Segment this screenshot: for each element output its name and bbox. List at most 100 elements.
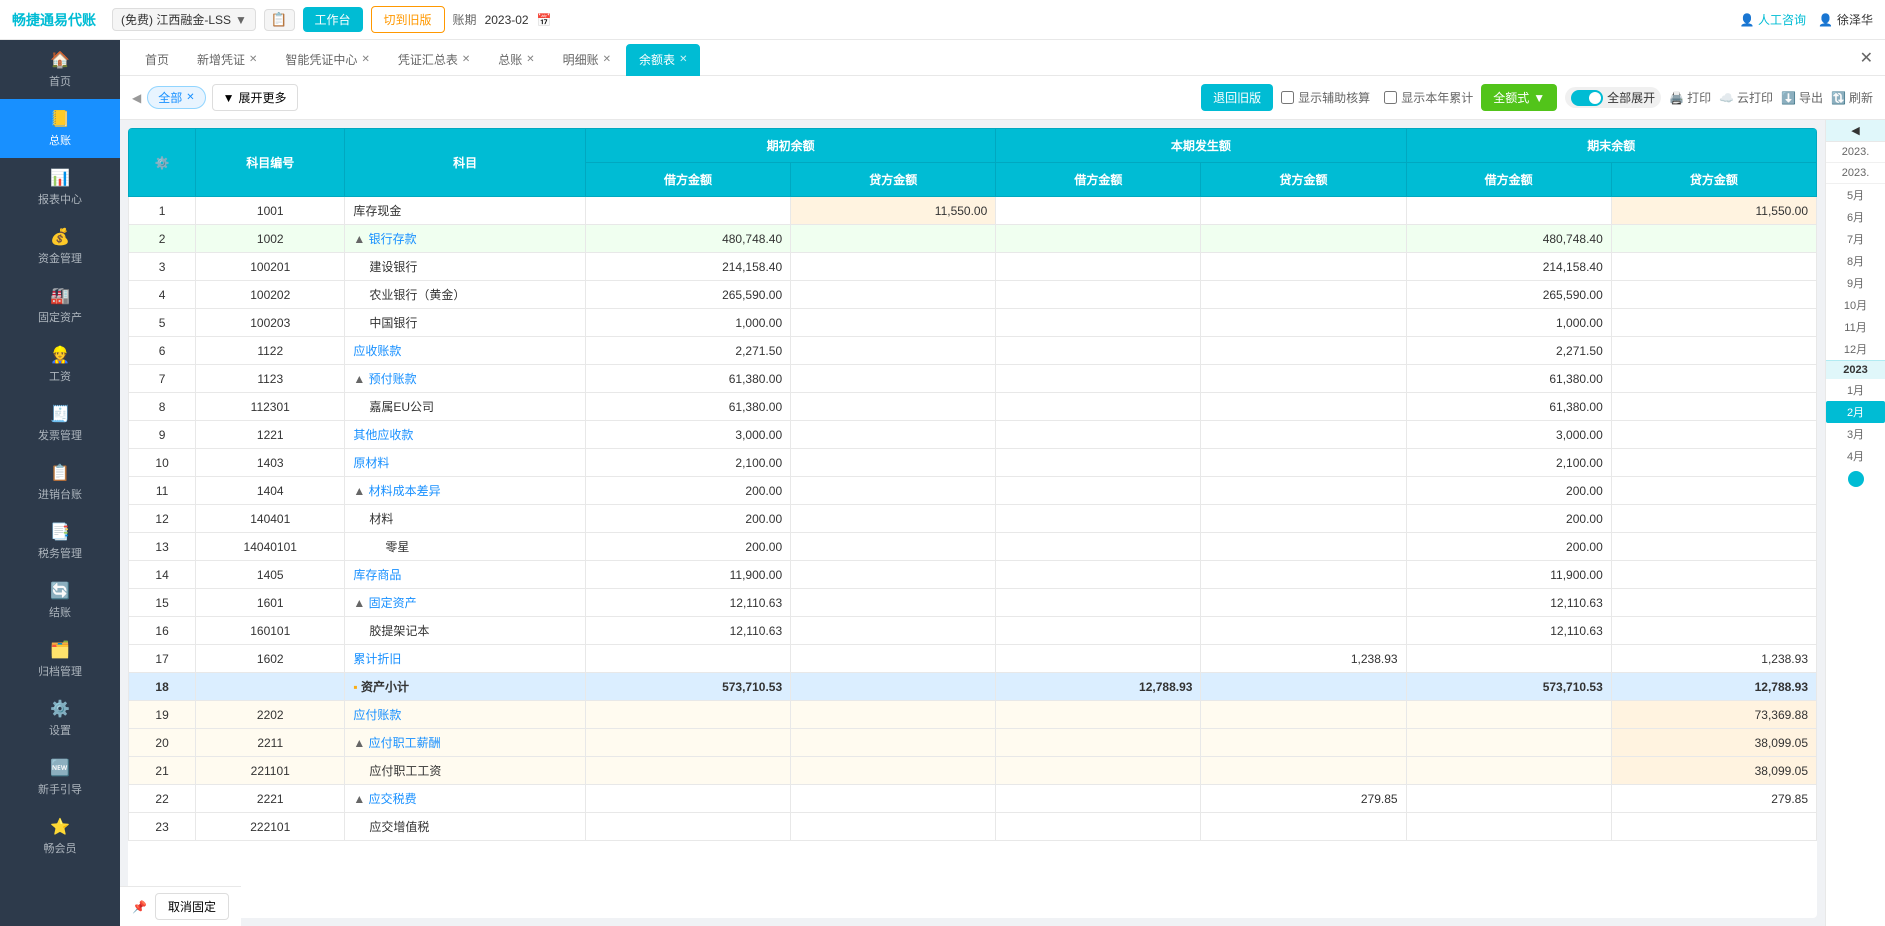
tab-new-voucher[interactable]: 新增凭证 ✕	[184, 44, 270, 76]
tab-smart-verify[interactable]: 智能凭证中心 ✕	[272, 44, 382, 76]
copy-button[interactable]: 📋	[264, 9, 295, 31]
sidebar-item-salary[interactable]: 👷 工资	[0, 335, 120, 394]
month-12[interactable]: 12月	[1826, 338, 1885, 360]
row-name-link[interactable]: 材料成本差异	[369, 484, 441, 498]
settings-header[interactable]: ⚙️	[129, 129, 196, 197]
month-7[interactable]: 7月	[1826, 228, 1885, 250]
row-name[interactable]: 库存商品	[345, 561, 586, 589]
ytd-checkbox-input[interactable]	[1384, 91, 1397, 104]
tab-close-all[interactable]: ✕	[1860, 48, 1873, 68]
company-select[interactable]: (免费) 江西融金-LSS ▼	[112, 8, 256, 31]
row-name-link[interactable]: 预付账款	[369, 372, 417, 386]
aux-checkbox-input[interactable]	[1281, 91, 1294, 104]
month-8[interactable]: 8月	[1826, 250, 1885, 272]
sidebar-item-guide[interactable]: 🆕 新手引导	[0, 748, 120, 807]
sidebar-item-member[interactable]: ⭐ 畅会员	[0, 807, 120, 866]
sidebar-item-reports[interactable]: 📊 报表中心	[0, 158, 120, 217]
month-3[interactable]: 3月	[1826, 423, 1885, 445]
row-name-link[interactable]: 库存商品	[353, 568, 401, 582]
tab-voucher-summary[interactable]: 凭证汇总表 ✕	[385, 44, 483, 76]
sidebar-item-settle[interactable]: 🔄 结账	[0, 571, 120, 630]
tab-general-ledger[interactable]: 总账 ✕	[485, 44, 547, 76]
switch-version-button[interactable]: 切到旧版	[371, 6, 445, 33]
workbench-button[interactable]: 工作台	[303, 7, 363, 32]
tab-close-icon[interactable]: ✕	[679, 54, 687, 65]
month-11[interactable]: 11月	[1826, 316, 1885, 338]
sidebar-item-sales[interactable]: 📋 进销台账	[0, 453, 120, 512]
expand-all-toggle[interactable]	[1571, 90, 1603, 106]
expand-icon[interactable]: ▲	[353, 596, 365, 610]
cancel-fixed-button[interactable]: 取消固定	[155, 893, 229, 920]
print-button[interactable]: 🖨️ 打印	[1669, 89, 1711, 106]
year-label-1[interactable]: 2023.	[1826, 142, 1885, 163]
show-ytd-checkbox[interactable]: 显示本年累计	[1384, 89, 1473, 106]
format-button[interactable]: 全额式 ▼	[1481, 84, 1557, 111]
show-aux-checkbox[interactable]: 显示辅助核算	[1281, 89, 1370, 106]
right-panel-expand[interactable]: ◀	[1826, 120, 1885, 142]
cloud-print-button[interactable]: ☁️ 云打印	[1719, 89, 1773, 106]
sidebar-item-ledger[interactable]: 📒 总账	[0, 99, 120, 158]
tab-close-icon[interactable]: ✕	[526, 54, 534, 65]
right-panel-circle-icon[interactable]	[1826, 467, 1885, 491]
row-name-link[interactable]: 应付职工薪酬	[369, 736, 441, 750]
month-5[interactable]: 5月	[1826, 184, 1885, 206]
row-name[interactable]: ▲ 银行存款	[345, 225, 586, 253]
month-10[interactable]: 10月	[1826, 294, 1885, 316]
month-6[interactable]: 6月	[1826, 206, 1885, 228]
row-name[interactable]: ▲ 固定资产	[345, 589, 586, 617]
row-name-link[interactable]: 银行存款	[369, 232, 417, 246]
sidebar-item-home[interactable]: 🏠 首页	[0, 40, 120, 99]
export-button[interactable]: ⬇️ 导出	[1781, 89, 1823, 106]
row-name-link[interactable]: 应收账款	[353, 344, 401, 358]
consultation-link[interactable]: 👤 人工咨询	[1740, 11, 1806, 28]
tab-detailed-ledger[interactable]: 明细账 ✕	[550, 44, 624, 76]
return-old-version-button[interactable]: 退回旧版	[1201, 84, 1273, 111]
year-2023-label[interactable]: 2023	[1826, 360, 1885, 379]
row-name[interactable]: 累计折旧	[345, 645, 586, 673]
sidebar-item-assets[interactable]: 💰 资金管理	[0, 217, 120, 276]
sidebar-item-tax[interactable]: 📑 税务管理	[0, 512, 120, 571]
row-name-link[interactable]: 应交税费	[369, 792, 417, 806]
sidebar-item-settings[interactable]: ⚙️ 设置	[0, 689, 120, 748]
row-name[interactable]: 其他应收款	[345, 421, 586, 449]
month-9[interactable]: 9月	[1826, 272, 1885, 294]
expand-icon[interactable]: ▲	[353, 736, 365, 750]
row-cb-debit: 200.00	[1406, 505, 1611, 533]
row-name[interactable]: ▲ 预付账款	[345, 365, 586, 393]
row-name[interactable]: ▲ 应付职工薪酬	[345, 729, 586, 757]
tab-close-icon[interactable]: ✕	[249, 54, 257, 65]
tab-balance-sheet[interactable]: 余额表 ✕	[626, 44, 700, 76]
row-name[interactable]: 原材料	[345, 449, 586, 477]
row-name-link[interactable]: 应付账款	[353, 708, 401, 722]
row-name-link[interactable]: 其他应收款	[353, 428, 413, 442]
table-container[interactable]: ⚙️ 科目编号 科目 期初余额 本期发生额 期末余额 借方金额 贷方金额 借方金…	[128, 128, 1817, 918]
tab-close-icon[interactable]: ✕	[603, 54, 611, 65]
row-name-link[interactable]: 累计折旧	[353, 652, 401, 666]
year-label-2[interactable]: 2023.	[1826, 163, 1885, 184]
expand-icon[interactable]: ▲	[353, 372, 365, 386]
row-name-link[interactable]: 固定资产	[369, 596, 417, 610]
row-name[interactable]: 应付账款	[345, 701, 586, 729]
calendar-icon[interactable]: 📅	[537, 13, 552, 27]
expand-icon[interactable]: ▲	[353, 232, 365, 246]
sidebar-item-invoice[interactable]: 🧾 发票管理	[0, 394, 120, 453]
tab-home[interactable]: 首页	[132, 44, 182, 76]
row-name[interactable]: 应收账款	[345, 337, 586, 365]
month-4[interactable]: 4月	[1826, 445, 1885, 467]
month-2[interactable]: 2月	[1826, 401, 1885, 423]
row-name[interactable]: ▲ 材料成本差异	[345, 477, 586, 505]
expand-icon[interactable]: ▲	[353, 792, 365, 806]
tab-close-icon[interactable]: ✕	[462, 54, 470, 65]
filter-close-icon[interactable]: ✕	[186, 92, 194, 103]
expand-icon[interactable]: ▲	[353, 484, 365, 498]
sidebar-item-archive[interactable]: 🗂️ 归档管理	[0, 630, 120, 689]
filter-tag[interactable]: 全部 ✕	[147, 86, 205, 109]
refresh-button[interactable]: 🔃 刷新	[1831, 89, 1873, 106]
user-info[interactable]: 👤 徐泽华	[1818, 11, 1873, 28]
row-name[interactable]: ▲ 应交税费	[345, 785, 586, 813]
sidebar-item-fixed-assets[interactable]: 🏭 固定资产	[0, 276, 120, 335]
row-name-link[interactable]: 原材料	[353, 456, 389, 470]
month-1[interactable]: 1月	[1826, 379, 1885, 401]
tab-close-icon[interactable]: ✕	[361, 54, 369, 65]
expand-button[interactable]: ▼ 展开更多	[212, 84, 298, 111]
